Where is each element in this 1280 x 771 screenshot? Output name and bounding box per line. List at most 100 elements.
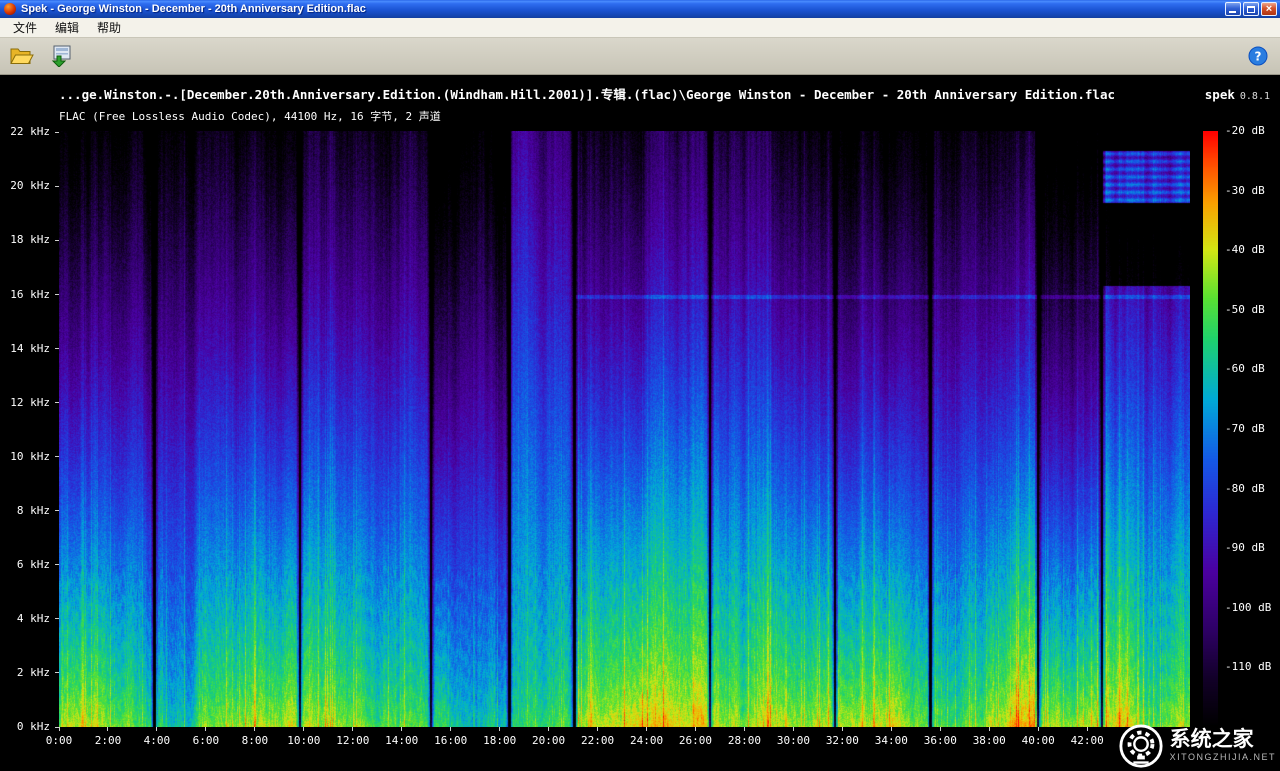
x-tickmark [940,727,941,731]
spectrogram-canvas [59,131,1190,727]
toolbar: ? [0,38,1280,75]
x-tickmark [646,727,647,731]
x-tickmark [59,727,60,731]
db-tick-label: -110 dB [1225,660,1280,673]
x-tick-label: 24:00 [622,734,672,747]
y-tick-label: 2 kHz [0,666,50,679]
db-tick-label: -20 dB [1225,124,1280,137]
y-tick-label: 16 kHz [0,288,50,301]
y-tick-label: 22 kHz [0,125,50,138]
open-file-button[interactable] [8,42,36,70]
save-icon [48,45,72,67]
x-tickmark [597,727,598,731]
x-tick-label: 42:00 [1062,734,1112,747]
y-tick-label: 10 kHz [0,450,50,463]
db-tick-label: -60 dB [1225,362,1280,375]
menubar: 文件 编辑 帮助 [0,18,1280,38]
y-tick-label: 14 kHz [0,342,50,355]
db-tick-label: -90 dB [1225,541,1280,554]
window-title: Spek - George Winston - December - 20th … [21,3,1225,15]
x-tickmark [1038,727,1039,731]
x-tick-label: 20:00 [524,734,574,747]
x-tick-label: 30:00 [768,734,818,747]
x-tickmark [695,727,696,731]
x-tickmark [303,727,304,731]
y-tick-label: 6 kHz [0,558,50,571]
db-tick-label: -30 dB [1225,184,1280,197]
y-tick-label: 12 kHz [0,396,50,409]
spek-app-icon [4,3,16,15]
menu-help[interactable]: 帮助 [88,17,130,38]
x-tick-label: 0:00 [34,734,84,747]
db-tick-label: -100 dB [1225,601,1280,614]
x-tick-label: 8:00 [230,734,280,747]
watermark-logo-icon [1118,723,1164,769]
x-tick-label: 14:00 [377,734,427,747]
app-name: spek [1205,87,1235,102]
x-tickmark [352,727,353,731]
x-tickmark [548,727,549,731]
x-tickmark [156,727,157,731]
x-tick-label: 6:00 [181,734,231,747]
menu-edit[interactable]: 编辑 [46,17,88,38]
help-icon: ? [1248,46,1268,66]
legend-gradient [1203,131,1218,727]
x-tickmark [891,727,892,731]
x-tick-label: 22:00 [573,734,623,747]
maximize-button[interactable] [1243,2,1259,16]
x-tick-label: 32:00 [817,734,867,747]
restore-icon [1247,6,1255,13]
client-area: ...ge.Winston.-.[December.20th.Anniversa… [0,75,1280,771]
menu-file[interactable]: 文件 [4,17,46,38]
x-tick-label: 34:00 [866,734,916,747]
folder-open-icon [10,46,34,66]
x-tickmark [254,727,255,731]
watermark-site-name: 系统之家 [1170,729,1276,751]
y-tick-label: 0 kHz [0,720,50,733]
x-tick-label: 10:00 [279,734,329,747]
x-tick-label: 36:00 [915,734,965,747]
x-tick-label: 38:00 [964,734,1014,747]
spectrogram-header: ...ge.Winston.-.[December.20th.Anniversa… [59,84,1270,103]
app-version: spek 0.8.1 [1205,84,1270,103]
stream-info: FLAC (Free Lossless Audio Codec), 44100 … [59,108,441,124]
x-tick-label: 12:00 [328,734,378,747]
minimize-icon [1229,11,1236,13]
app-version-number: 0.8.1 [1240,91,1270,102]
y-tick-label: 8 kHz [0,504,50,517]
y-tick-label: 18 kHz [0,233,50,246]
db-tick-label: -50 dB [1225,303,1280,316]
y-tick-label: 4 kHz [0,612,50,625]
x-tick-label: 18:00 [475,734,525,747]
db-tick-label: -40 dB [1225,243,1280,256]
db-tick-label: -70 dB [1225,422,1280,435]
help-button[interactable]: ? [1244,42,1272,70]
x-tick-label: 26:00 [670,734,720,747]
file-title: ...ge.Winston.-.[December.20th.Anniversa… [59,84,1191,103]
titlebar: Spek - George Winston - December - 20th … [0,0,1280,18]
spek-window: Spek - George Winston - December - 20th … [0,0,1280,771]
x-tickmark [842,727,843,731]
x-tick-label: 2:00 [83,734,133,747]
x-tick-label: 16:00 [426,734,476,747]
minimize-button[interactable] [1225,2,1241,16]
x-tickmark [401,727,402,731]
save-button[interactable] [46,42,74,70]
svg-text:?: ? [1255,50,1262,64]
close-icon: × [1262,3,1276,15]
x-tickmark [107,727,108,731]
x-tick-label: 28:00 [719,734,769,747]
watermark: 系统之家 XITONGZHIJIA.NET [1118,723,1276,769]
x-tickmark [989,727,990,731]
watermark-site-url: XITONGZHIJIA.NET [1170,753,1276,762]
close-button[interactable]: × [1261,2,1277,16]
x-tickmark [450,727,451,731]
y-tick-label: 20 kHz [0,179,50,192]
x-tickmark [793,727,794,731]
x-tickmark [499,727,500,731]
db-tick-label: -80 dB [1225,482,1280,495]
x-tick-label: 4:00 [132,734,182,747]
x-tick-label: 40:00 [1013,734,1063,747]
x-tickmark [744,727,745,731]
x-tickmark [205,727,206,731]
